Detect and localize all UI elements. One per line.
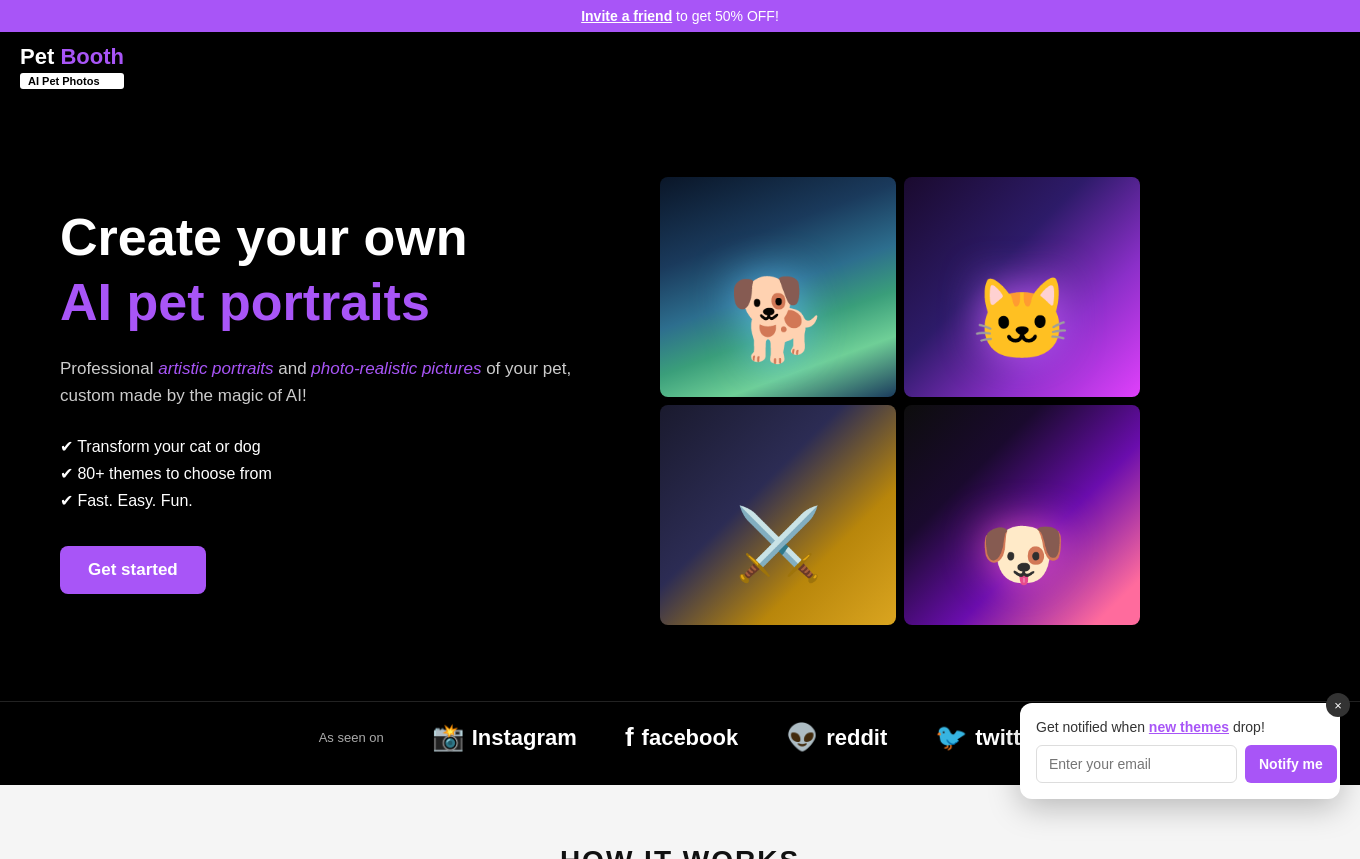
- invite-link[interactable]: Invite a friend: [581, 8, 672, 24]
- get-started-button[interactable]: Get started: [60, 546, 206, 594]
- hero-text: Create your own AI pet portraits Profess…: [60, 209, 620, 595]
- hero-description: Professional artistic portraits and phot…: [60, 355, 620, 409]
- hero-title-line2: AI pet portraits: [60, 274, 620, 331]
- instagram-logo[interactable]: 📸 Instagram: [432, 722, 577, 753]
- desc-italic1: artistic portraits: [158, 359, 273, 378]
- facebook-icon: f: [625, 722, 634, 753]
- hero-section: Create your own AI pet portraits Profess…: [0, 101, 1360, 701]
- desc-part1: Professional: [60, 359, 158, 378]
- instagram-text: Instagram: [472, 725, 577, 751]
- social-label: As seen on: [319, 730, 384, 745]
- twitter-icon: 🐦: [935, 722, 967, 753]
- reddit-icon: 👽: [786, 722, 818, 753]
- notify-submit-button[interactable]: Notify me: [1245, 745, 1337, 783]
- notify-email-input[interactable]: [1036, 745, 1237, 783]
- instagram-icon: 📸: [432, 722, 464, 753]
- banner-suffix: to get 50% OFF!: [672, 8, 779, 24]
- check-item-3: ✔ Fast. Easy. Fun.: [60, 491, 620, 510]
- desc-italic2: photo-realistic pictures: [311, 359, 481, 378]
- notify-close-button[interactable]: ×: [1326, 693, 1350, 717]
- reddit-logo[interactable]: 👽 reddit: [786, 722, 887, 753]
- notify-input-row: Notify me: [1036, 745, 1324, 783]
- notify-popup: × Get notified when new themes drop! Not…: [1020, 703, 1340, 799]
- feature-list: ✔ Transform your cat or dog ✔ 80+ themes…: [60, 437, 620, 510]
- facebook-text: facebook: [642, 725, 739, 751]
- notify-text-before: Get notified when: [1036, 719, 1149, 735]
- reddit-text: reddit: [826, 725, 887, 751]
- logo-subtitle: AI Pet Photos: [20, 73, 124, 89]
- dog-bar-image: [904, 405, 1140, 625]
- desc-part2: and: [274, 359, 312, 378]
- cat-astronaut-image: [904, 177, 1140, 397]
- cat-armor-image: [660, 405, 896, 625]
- promo-banner: Invite a friend to get 50% OFF!: [0, 0, 1360, 32]
- logo-booth: Booth: [60, 44, 124, 69]
- navbar: Pet Booth AI Pet Photos: [0, 32, 1360, 101]
- dog-aurora-image: [660, 177, 896, 397]
- check-item-2: ✔ 80+ themes to choose from: [60, 464, 620, 483]
- notify-new-themes-link[interactable]: new themes: [1149, 719, 1229, 735]
- how-it-works-title: HOW IT WORKS: [60, 845, 1300, 859]
- hero-images: [660, 177, 1140, 625]
- notify-text-after: drop!: [1229, 719, 1265, 735]
- hero-title-line1: Create your own: [60, 209, 620, 266]
- facebook-logo[interactable]: f facebook: [625, 722, 738, 753]
- notify-message: Get notified when new themes drop!: [1036, 719, 1324, 735]
- logo[interactable]: Pet Booth AI Pet Photos: [20, 44, 124, 89]
- logo-pet: Pet: [20, 44, 54, 69]
- check-item-1: ✔ Transform your cat or dog: [60, 437, 620, 456]
